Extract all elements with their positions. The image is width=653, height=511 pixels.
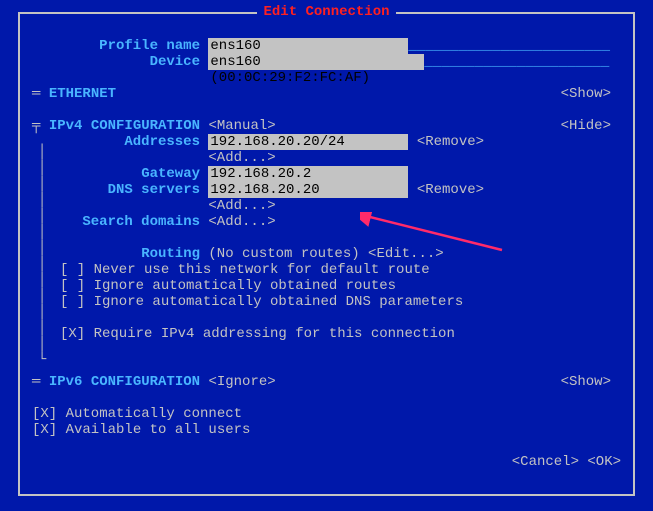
ethernet-show-button[interactable]: <Show>: [561, 86, 611, 102]
search-domains-add-button[interactable]: <Add...>: [208, 214, 275, 230]
ipv6-show-button[interactable]: <Show>: [561, 374, 611, 390]
ethernet-label: ETHERNET: [49, 86, 116, 102]
ipv6-section-header: ═ IPv6 CONFIGURATION <Ignore> <Show>: [32, 374, 621, 390]
cancel-button[interactable]: <Cancel>: [512, 454, 579, 470]
ipv6-label: IPv6 CONFIGURATION: [49, 374, 200, 390]
address-remove-button[interactable]: <Remove>: [417, 134, 484, 150]
gateway-input[interactable]: 192.168.20.2: [208, 166, 408, 182]
device-label: Device: [32, 54, 200, 70]
edit-connection-dialog: Edit Connection Profile name ens160_____…: [18, 12, 635, 496]
dialog-title-wrap: Edit Connection: [20, 4, 633, 20]
chk-require-ipv4[interactable]: [X] Require IPv4 addressing for this con…: [32, 326, 621, 342]
profile-name-input[interactable]: ens160: [208, 38, 408, 54]
address-input[interactable]: 192.168.20.20/24: [208, 134, 408, 150]
profile-name-row: Profile name ens160_____________________…: [32, 38, 621, 54]
dns-add-button[interactable]: <Add...>: [208, 198, 275, 214]
dns-row: DNS servers 192.168.20.20 <Remove>: [32, 182, 621, 198]
dns-label: DNS servers: [32, 182, 200, 198]
search-domains-label: Search domains: [32, 214, 200, 230]
ipv4-mode-select[interactable]: <Manual>: [208, 118, 275, 134]
addresses-add-row: <Add...>: [32, 150, 621, 166]
routing-label: Routing: [32, 246, 200, 262]
chk-ignore-dns[interactable]: [ ] Ignore automatically obtained DNS pa…: [32, 294, 621, 310]
ok-button[interactable]: <OK>: [587, 454, 621, 470]
dns-input[interactable]: 192.168.20.20: [208, 182, 408, 198]
section-bar: │││││││││││││└: [38, 144, 48, 368]
ethernet-section: ═ ETHERNET <Show>: [32, 86, 621, 102]
search-domains-row: Search domains <Add...>: [32, 214, 621, 230]
chk-auto-connect[interactable]: [X] Automatically connect: [32, 406, 621, 422]
addresses-row: Addresses 192.168.20.20/24 <Remove>: [32, 134, 621, 150]
chk-ignore-routes[interactable]: [ ] Ignore automatically obtained routes: [32, 278, 621, 294]
gateway-label: Gateway: [32, 166, 200, 182]
ipv4-label: IPv4 CONFIGURATION: [49, 118, 200, 134]
ipv4-section-header: ╤ IPv4 CONFIGURATION <Manual> <Hide>: [32, 118, 621, 134]
dns-remove-button[interactable]: <Remove>: [417, 182, 484, 198]
gateway-row: Gateway 192.168.20.2: [32, 166, 621, 182]
footer-buttons: <Cancel> <OK>: [32, 454, 621, 470]
addresses-label: Addresses: [32, 134, 200, 150]
dns-add-row: <Add...>: [32, 198, 621, 214]
routing-value: (No custom routes): [208, 246, 359, 262]
ipv6-mode-select[interactable]: <Ignore>: [208, 374, 275, 390]
address-add-button[interactable]: <Add...>: [208, 150, 275, 166]
chk-default-route[interactable]: [ ] Never use this network for default r…: [32, 262, 621, 278]
ipv4-hide-button[interactable]: <Hide>: [561, 118, 611, 134]
dialog-title: Edit Connection: [257, 4, 395, 20]
device-input[interactable]: ens160 (00:0C:29:F2:FC:AF): [208, 54, 424, 70]
device-row: Device ens160 (00:0C:29:F2:FC:AF)_______…: [32, 54, 621, 70]
routing-row: Routing (No custom routes) <Edit...>: [32, 246, 621, 262]
profile-name-label: Profile name: [32, 38, 200, 54]
routing-edit-button[interactable]: <Edit...>: [368, 246, 444, 262]
chk-all-users[interactable]: [X] Available to all users: [32, 422, 621, 438]
